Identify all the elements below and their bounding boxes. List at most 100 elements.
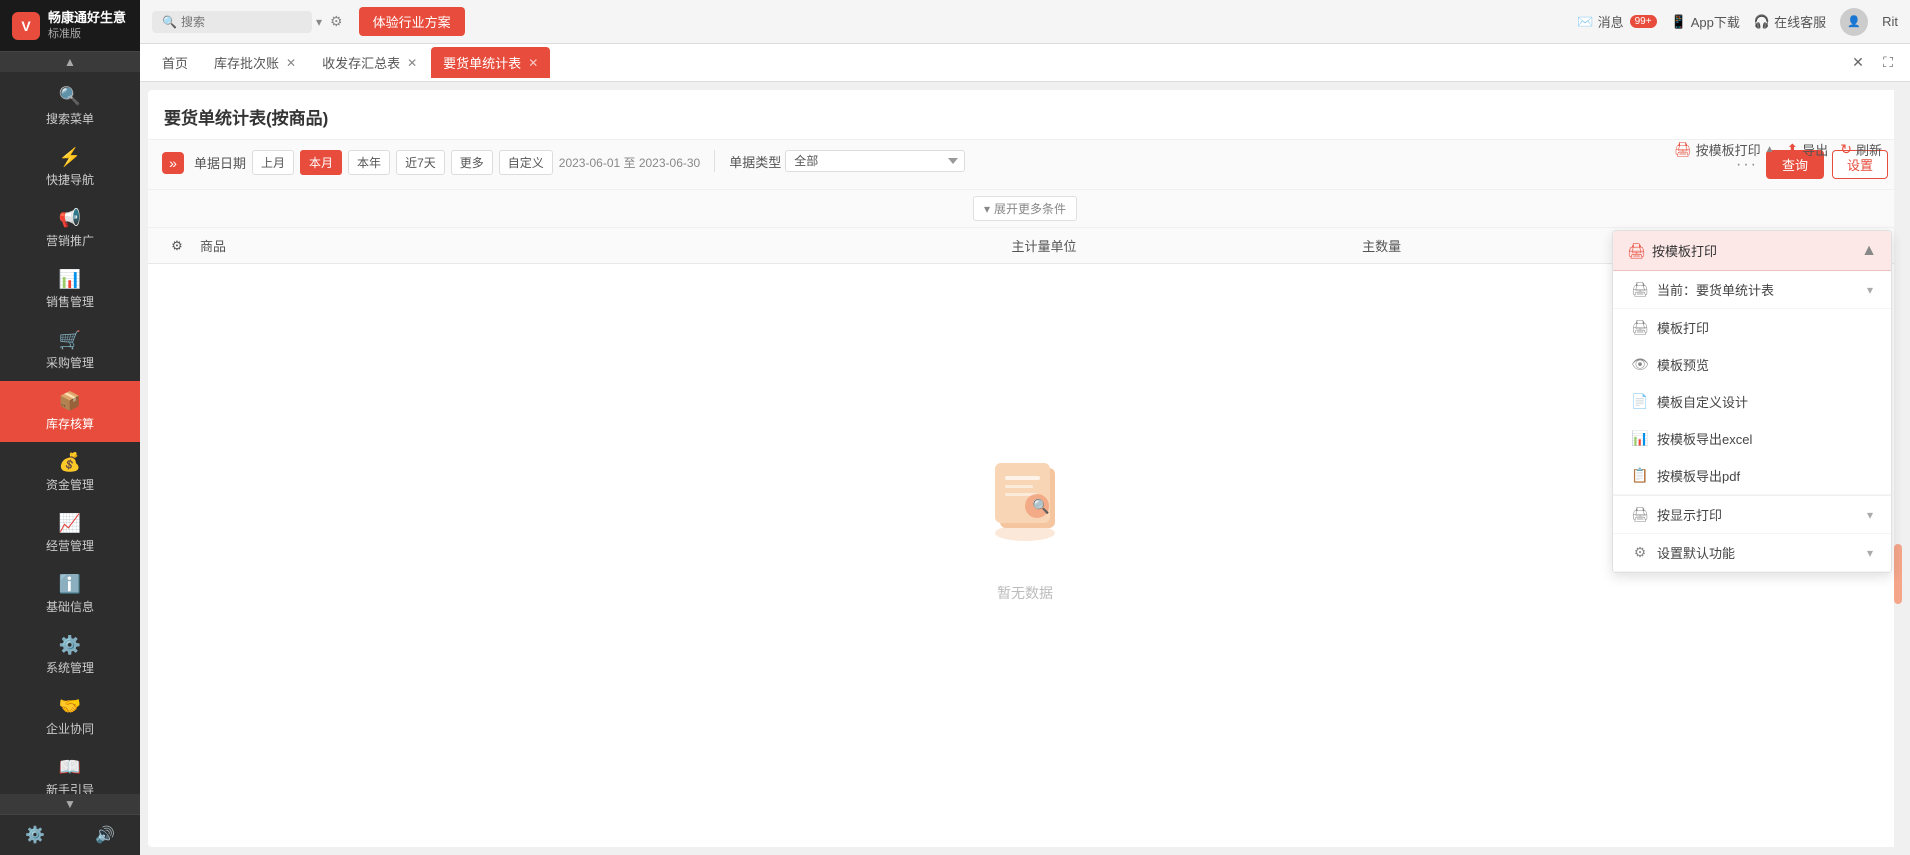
- print-template-chevron-icon: ▲: [1765, 144, 1775, 155]
- sidebar-item-label: 采购管理: [46, 354, 94, 371]
- type-filter-select[interactable]: 全部 要货单 退货单: [785, 150, 965, 172]
- date-btn-this-year[interactable]: 本年: [348, 150, 390, 175]
- print-template-button[interactable]: 🖨 按模板打印 ▲: [1674, 140, 1775, 159]
- sidebar-item-label: 经营管理: [46, 537, 94, 554]
- tab-close-button[interactable]: ✕: [1846, 51, 1870, 75]
- date-btn-7days[interactable]: 近7天: [396, 150, 445, 175]
- quick-nav-icon: ⚡: [59, 147, 81, 168]
- system-icon: ⚙️: [59, 635, 81, 656]
- th-unit: 主计量单位: [875, 236, 1213, 255]
- display-print-label: 按显示打印: [1657, 505, 1859, 524]
- sidebar-scroll-down[interactable]: ▼: [0, 794, 140, 814]
- sidebar-item-system[interactable]: ⚙️ 系统管理: [0, 625, 140, 686]
- dropdown-close-button[interactable]: ▲: [1861, 242, 1877, 260]
- app-download-icon: 📱: [1671, 14, 1687, 30]
- empty-illustration: 🔍: [975, 448, 1075, 548]
- messages-icon: ✉️: [1577, 14, 1593, 30]
- sidebar-item-quick-nav[interactable]: ⚡ 快捷导航: [0, 137, 140, 198]
- dropdown-item-export-excel[interactable]: 📊 按模板导出excel: [1613, 420, 1891, 457]
- sidebar-item-search[interactable]: 🔍 搜索菜单: [0, 76, 140, 137]
- tab-order-stats[interactable]: 要货单统计表 ✕: [431, 47, 550, 78]
- sidebar-scroll-up[interactable]: ▲: [0, 52, 140, 72]
- expand-more-label: 展开更多条件: [994, 200, 1066, 217]
- sound-icon[interactable]: 🔊: [95, 825, 115, 845]
- settings-icon[interactable]: ⚙: [330, 13, 343, 30]
- sidebar-item-purchase[interactable]: 🛒 采购管理: [0, 320, 140, 381]
- messages-item[interactable]: ✉️ 消息 99+: [1577, 12, 1656, 31]
- sidebar-item-label: 搜索菜单: [46, 110, 94, 127]
- dropdown-item-template-design[interactable]: 📄 模板自定义设计: [1613, 383, 1891, 420]
- tabs-bar: 首页 库存批次账 ✕ 收发存汇总表 ✕ 要货单统计表 ✕ ✕ ⛶: [140, 44, 1910, 82]
- printer-icon: 🖨: [1674, 141, 1692, 158]
- topbar-search-box[interactable]: 🔍: [152, 11, 312, 33]
- export-button[interactable]: ⬆ 导出: [1787, 140, 1829, 159]
- headset-icon: 🎧: [1754, 14, 1770, 30]
- date-btn-this-month[interactable]: 本月: [300, 150, 342, 175]
- right-scrollbar[interactable]: [1894, 90, 1902, 847]
- marketing-icon: 📢: [59, 208, 81, 229]
- type-filter-wrap: 单据类型 全部 要货单 退货单: [729, 150, 965, 172]
- online-service-item[interactable]: 🎧 在线客服: [1754, 12, 1826, 31]
- finance-icon: 💰: [59, 452, 81, 473]
- tab-expand-button[interactable]: ⛶: [1876, 51, 1900, 75]
- print-header-icon: 🖨: [1627, 242, 1646, 260]
- tab-home-label: 首页: [162, 53, 188, 72]
- sidebar-item-finance[interactable]: 💰 资金管理: [0, 442, 140, 503]
- search-input[interactable]: [181, 15, 302, 29]
- date-btn-more[interactable]: 更多: [451, 150, 493, 175]
- tab-receipt-summary-label: 收发存汇总表: [322, 53, 400, 72]
- tab-receipt-summary[interactable]: 收发存汇总表 ✕: [310, 47, 429, 78]
- scrollbar-thumb[interactable]: [1894, 544, 1902, 604]
- print-template-item-label: 模板打印: [1657, 318, 1873, 337]
- dropdown-item-print-template[interactable]: 🖨 模板打印: [1613, 309, 1891, 346]
- inventory-icon: 📦: [59, 391, 81, 412]
- tabs-bar-right: ✕ ⛶: [1846, 51, 1900, 75]
- dropdown-chevron-icon[interactable]: ▾: [316, 15, 322, 29]
- sidebar-item-sales[interactable]: 📊 销售管理: [0, 259, 140, 320]
- sidebar-item-marketing[interactable]: 📢 营销推广: [0, 198, 140, 259]
- topbar: 🔍 ▾ ⚙ 体验行业方案 ✉️ 消息 99+ 📱 App下载 🎧 在线客服 👤 …: [140, 0, 1910, 44]
- refresh-button[interactable]: ↻ 刷新: [1840, 140, 1882, 159]
- design-icon: 📄: [1631, 393, 1649, 410]
- date-filter-label: 单据日期: [194, 153, 246, 172]
- sidebar-item-guide[interactable]: 📖 新手引导: [0, 747, 140, 794]
- avatar[interactable]: 👤: [1840, 8, 1868, 36]
- dropdown-current-template[interactable]: 🖨 当前：要货单统计表 ▾: [1613, 271, 1891, 308]
- th-settings[interactable]: ⚙: [162, 238, 192, 254]
- app-tag: 标准版: [48, 27, 126, 41]
- expand-more-row: ▾ 展开更多条件: [148, 190, 1902, 228]
- date-btn-custom[interactable]: 自定义: [499, 150, 553, 175]
- filter-expand-button[interactable]: »: [162, 152, 184, 174]
- tab-order-stats-label: 要货单统计表: [443, 53, 521, 72]
- close-receipt-summary-icon[interactable]: ✕: [407, 56, 417, 70]
- sidebar-item-cooperation[interactable]: 🤝 企业协同: [0, 686, 140, 747]
- settings-icon[interactable]: ⚙️: [25, 825, 45, 845]
- dropdown-default-function[interactable]: ⚙ 设置默认功能 ▾: [1613, 534, 1891, 571]
- export-icon: ⬆: [1787, 141, 1799, 158]
- dropdown-item-template-preview[interactable]: 👁 模板预览: [1613, 346, 1891, 383]
- sidebar-item-inventory[interactable]: 📦 库存核算: [0, 381, 140, 442]
- dropdown-title-label: 按模板打印: [1652, 241, 1717, 260]
- filter-bar: » 单据日期 上月 本月 本年 近7天 更多 自定义 2023-06-01 至 …: [148, 140, 1902, 190]
- dropdown-display-print[interactable]: 🖨 按显示打印 ▾: [1613, 496, 1891, 533]
- cta-button[interactable]: 体验行业方案: [359, 7, 465, 36]
- svg-text:🔍: 🔍: [1032, 497, 1049, 515]
- dropdown-title: 🖨 按模板打印: [1627, 241, 1717, 260]
- sidebar-item-basic[interactable]: ℹ️ 基础信息: [0, 564, 140, 625]
- display-print-icon: 🖨: [1631, 506, 1649, 523]
- current-template-label: 当前：要货单统计表: [1657, 280, 1859, 299]
- expand-more-button[interactable]: ▾ 展开更多条件: [973, 196, 1077, 221]
- sidebar-item-operation[interactable]: 📈 经营管理: [0, 503, 140, 564]
- empty-icon: 🔍: [975, 448, 1075, 567]
- app-download-item[interactable]: 📱 App下载: [1671, 12, 1740, 31]
- tab-inventory-batch[interactable]: 库存批次账 ✕: [202, 47, 308, 78]
- search-icon: 🔍: [59, 86, 81, 107]
- close-inventory-batch-icon[interactable]: ✕: [286, 56, 296, 70]
- sidebar-item-label: 新手引导: [46, 781, 94, 794]
- tab-home[interactable]: 首页: [150, 47, 200, 78]
- dropdown-item-export-pdf[interactable]: 📋 按模板导出pdf: [1613, 457, 1891, 494]
- close-order-stats-icon[interactable]: ✕: [528, 56, 538, 70]
- dropdown-items-section: 🖨 模板打印 👁 模板预览 📄 模板自定义设计 📊 按模板导出excel 📋: [1613, 309, 1891, 495]
- sidebar-logo: V 畅康通好生意 标准版: [0, 0, 140, 52]
- date-btn-last-month[interactable]: 上月: [252, 150, 294, 175]
